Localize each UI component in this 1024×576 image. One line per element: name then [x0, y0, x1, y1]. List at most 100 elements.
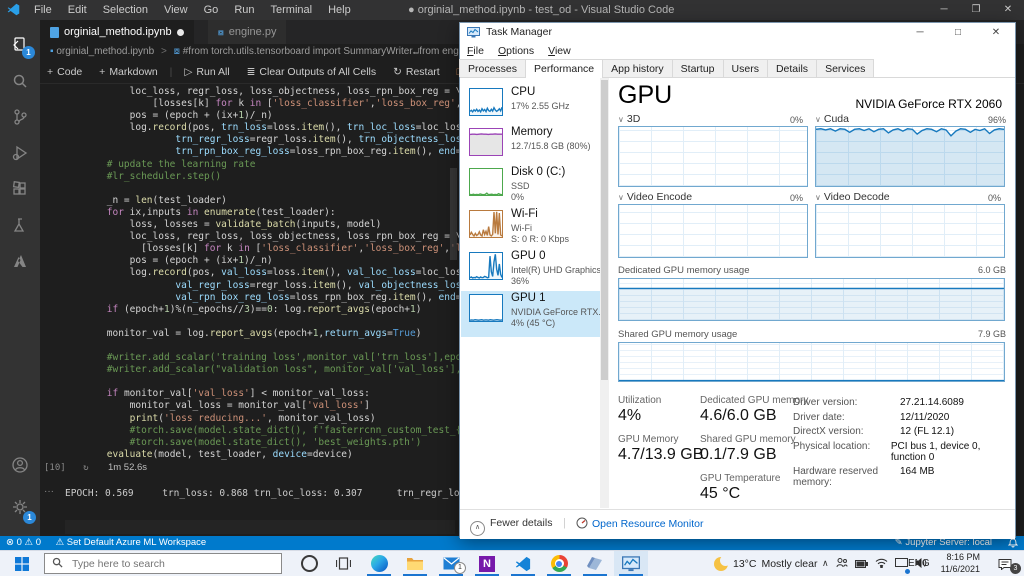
menu-run[interactable]: Run — [226, 0, 262, 20]
tm-tab-users[interactable]: Users — [723, 59, 768, 77]
tm-sidebar-item-title: GPU 1 — [511, 292, 546, 304]
tm-menu-file[interactable]: File — [460, 43, 491, 59]
vscode-close-button[interactable]: ✕ — [992, 0, 1024, 20]
account-icon[interactable] — [0, 448, 40, 482]
taskbar-edge-icon[interactable] — [362, 551, 396, 576]
notification-center-button[interactable]: 3 — [988, 551, 1022, 576]
open-resource-monitor-link[interactable]: Open Resource Monitor — [576, 517, 703, 530]
menu-go[interactable]: Go — [196, 0, 227, 20]
wifi-icon[interactable] — [875, 555, 888, 573]
tm-sidebar-item-cpu[interactable]: CPU17% 2.55 GHz — [461, 85, 600, 125]
problems-indicator[interactable]: ⊗ 0 ⚠ 0 — [0, 536, 47, 550]
tm-tab-startup[interactable]: Startup — [672, 59, 724, 77]
tab-engine[interactable]: ⧇ engine.py — [208, 20, 286, 44]
tray-expand-icon[interactable]: ∧ — [822, 558, 829, 569]
search-input[interactable] — [70, 557, 254, 571]
code-line: log.record(pos, val_loss=loss.item(), va… — [61, 267, 502, 279]
unsaved-dot-icon[interactable] — [177, 29, 184, 36]
tm-menu-view[interactable]: View — [541, 43, 578, 59]
tm-titlebar[interactable]: Task Manager ─ □ ✕ — [460, 23, 1015, 43]
vscode-restore-button[interactable]: ❐ — [960, 0, 992, 20]
vscode-activity-bar: 1 — [0, 20, 40, 536]
gpu-info-row: Physical location:PCI bus 1, device 0, f… — [793, 441, 1015, 463]
tm-tab-performance[interactable]: Performance — [525, 59, 603, 78]
search-icon[interactable] — [0, 64, 40, 98]
menu-view[interactable]: View — [156, 0, 196, 20]
add-code-button[interactable]: +Code — [40, 60, 89, 84]
chart-video-encode-label[interactable]: ∨Video Encode — [618, 191, 692, 203]
taskbar-onenote-icon[interactable]: N — [470, 551, 504, 576]
tm-sidebar-item-wifi[interactable]: Wi-FiWi-FiS: 0 R: 0 Kbps — [461, 207, 600, 247]
explorer-icon[interactable]: 1 — [0, 28, 40, 62]
chart-video-decode-label[interactable]: ∨Video Decode — [815, 191, 890, 203]
azure-icon[interactable] — [0, 244, 40, 278]
chart-3d-label[interactable]: ∨3D — [618, 113, 640, 125]
language-indicator[interactable]: ENG — [908, 551, 930, 576]
taskbar-task-manager-icon[interactable] — [614, 551, 648, 576]
gpu-info-row: DirectX version:12 (FL 12.1) — [793, 426, 1015, 437]
taskbar-vscode-icon[interactable] — [506, 551, 540, 576]
extensions-icon[interactable] — [0, 172, 40, 206]
taskbar-weather[interactable]: 13°C Mostly clear — [714, 551, 817, 576]
tm-sidebar-item-memory[interactable]: Memory12.7/15.8 GB (80%) — [461, 125, 600, 165]
taskbar-search[interactable] — [44, 553, 282, 574]
tm-sidebar-item-disk0[interactable]: Disk 0 (C:)SSD0% — [461, 165, 600, 205]
code-line: print('loss reducing...', monitor_val_lo… — [61, 413, 502, 425]
chart-cuda-label[interactable]: ∨Cuda — [815, 113, 849, 125]
code-line: pos = (epoch + (ix+1)/_n) — [61, 110, 502, 122]
breadcrumb-python-icon: ⧇ — [174, 46, 180, 57]
tm-sidebar-scrollbar[interactable] — [600, 78, 609, 508]
add-markdown-button[interactable]: +Markdown — [92, 60, 165, 84]
tm-sidebar-item-gpu0[interactable]: GPU 0Intel(R) UHD Graphics36% — [461, 249, 600, 289]
taskbar-explorer-icon[interactable] — [398, 551, 432, 576]
menu-file[interactable]: File — [26, 0, 60, 20]
output-overflow-ellipsis[interactable]: ··· — [44, 486, 54, 497]
tm-tab-details[interactable]: Details — [767, 59, 817, 77]
start-button[interactable] — [0, 551, 44, 576]
azure-workspace-item[interactable]: ⚠ Set Default Azure ML Workspace — [50, 536, 213, 550]
battery-icon[interactable] — [855, 555, 868, 573]
run-all-button[interactable]: ▷Run All — [177, 60, 236, 84]
tab-notebook[interactable]: orginial_method.ipynb — [40, 20, 194, 44]
taskbar-mail-icon[interactable]: 1 — [434, 551, 468, 576]
code-line: val_regr_loss=regr_loss.item(), val_obje… — [61, 280, 502, 292]
clear-outputs-button[interactable]: ≣Clear Outputs of All Cells — [240, 60, 384, 84]
task-view-icon[interactable] — [326, 551, 360, 576]
menu-terminal[interactable]: Terminal — [263, 0, 321, 20]
teams-icon[interactable] — [836, 555, 848, 573]
source-control-icon[interactable] — [0, 100, 40, 134]
tm-minimize-button[interactable]: ─ — [901, 23, 939, 43]
taskbar-notes-icon[interactable] — [578, 551, 612, 576]
tm-maximize-button[interactable]: □ — [939, 23, 977, 43]
breadcrumb-file[interactable]: orginial_method.ipynb — [56, 46, 154, 57]
code-line: val_rpn_box_reg_loss=loss_rpn_box_reg.it… — [61, 292, 502, 304]
display-cast-icon[interactable] — [895, 555, 908, 573]
fewer-details-button[interactable]: ∧Fewer details — [470, 517, 552, 536]
taskbar-clock[interactable]: 8:16 PM 11/6/2021 — [932, 552, 980, 575]
taskbar-chrome-icon[interactable] — [542, 551, 576, 576]
menu-selection[interactable]: Selection — [95, 0, 156, 20]
code-line — [61, 340, 502, 352]
cortana-icon[interactable] — [292, 551, 326, 576]
gpu-info-value: PCI bus 1, device 0, function 0 — [891, 441, 1015, 463]
code-line: for ix,inputs in enumerate(test_loader): — [61, 207, 502, 219]
window-title: ● orginial_method.ipynb - test_od - Visu… — [408, 0, 674, 20]
vscode-minimize-button[interactable]: ─ — [928, 0, 960, 20]
gpu-stat: GPU Memory4.7/13.9 GB — [618, 434, 703, 464]
tm-menu-options[interactable]: Options — [491, 43, 541, 59]
tm-tab-services[interactable]: Services — [816, 59, 874, 77]
chart-cuda — [815, 126, 1005, 187]
editor-scrollbar[interactable] — [450, 168, 457, 260]
tm-close-button[interactable]: ✕ — [977, 23, 1015, 43]
menu-edit[interactable]: Edit — [60, 0, 95, 20]
tm-tab-processes[interactable]: Processes — [459, 59, 526, 77]
next-cell-partial[interactable] — [65, 520, 455, 534]
run-debug-icon[interactable] — [0, 136, 40, 170]
restart-button[interactable]: ↻Restart — [386, 60, 447, 84]
testing-icon[interactable] — [0, 208, 40, 242]
tm-sidebar-item-gpu1[interactable]: GPU 1NVIDIA GeForce RTX...4% (45 °C) — [461, 291, 600, 337]
settings-gear-icon[interactable]: 1 — [0, 490, 40, 524]
code-cell[interactable]: loc_loss, regr_loss, loss_objectness, lo… — [61, 86, 502, 461]
menu-help[interactable]: Help — [320, 0, 359, 20]
tm-tab-app-history[interactable]: App history — [602, 59, 673, 77]
